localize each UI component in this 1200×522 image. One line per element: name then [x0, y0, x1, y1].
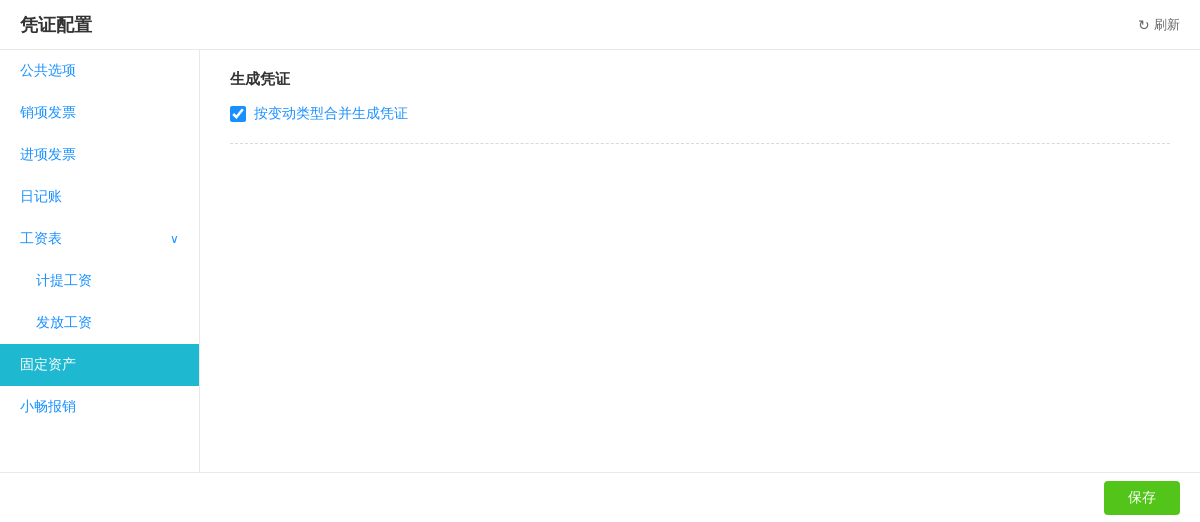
checkbox-row: 按变动类型合并生成凭证: [230, 105, 1170, 123]
sidebar-item-label: 发放工资: [36, 314, 92, 330]
sidebar-item-release-payroll[interactable]: 发放工资: [0, 302, 199, 344]
main-container: 公共选项 销项发票 进项发票 日记账 工资表 ∨ 计提工资 发放工资 固定资产 …: [0, 50, 1200, 472]
sidebar-item-fixed-assets[interactable]: 固定资产: [0, 344, 199, 386]
sidebar-item-payroll[interactable]: 工资表 ∨: [0, 218, 199, 260]
refresh-label: 刷新: [1154, 16, 1180, 34]
sidebar-item-label: 公共选项: [20, 62, 76, 80]
page-footer: 保存: [0, 472, 1200, 522]
sidebar-item-label: 销项发票: [20, 104, 76, 122]
sidebar-item-purchase-invoice[interactable]: 进项发票: [0, 134, 199, 176]
sidebar-item-sales-invoice[interactable]: 销项发票: [0, 92, 199, 134]
sidebar-item-label: 计提工资: [36, 272, 92, 288]
merge-by-type-label[interactable]: 按变动类型合并生成凭证: [254, 105, 408, 123]
sidebar-item-label: 小畅报销: [20, 398, 76, 416]
sidebar-item-accrued-payroll[interactable]: 计提工资: [0, 260, 199, 302]
section-divider: [230, 143, 1170, 144]
sidebar-item-label: 工资表: [20, 230, 62, 248]
content-area: 生成凭证 按变动类型合并生成凭证: [200, 50, 1200, 472]
sidebar-item-label: 固定资产: [20, 356, 76, 374]
sidebar-item-journal[interactable]: 日记账: [0, 176, 199, 218]
page-header: 凭证配置 ↻ 刷新: [0, 0, 1200, 50]
sidebar-item-petty-expenses[interactable]: 小畅报销: [0, 386, 199, 428]
sidebar: 公共选项 销项发票 进项发票 日记账 工资表 ∨ 计提工资 发放工资 固定资产 …: [0, 50, 200, 472]
merge-by-type-checkbox[interactable]: [230, 106, 246, 122]
sidebar-item-public-options[interactable]: 公共选项: [0, 50, 199, 92]
section-title: 生成凭证: [230, 70, 1170, 89]
sidebar-item-label: 日记账: [20, 188, 62, 206]
refresh-button[interactable]: ↻ 刷新: [1138, 16, 1180, 34]
save-button[interactable]: 保存: [1104, 481, 1180, 515]
refresh-icon: ↻: [1138, 17, 1150, 33]
chevron-down-icon: ∨: [170, 232, 179, 246]
page-title: 凭证配置: [20, 13, 92, 37]
sidebar-item-label: 进项发票: [20, 146, 76, 164]
